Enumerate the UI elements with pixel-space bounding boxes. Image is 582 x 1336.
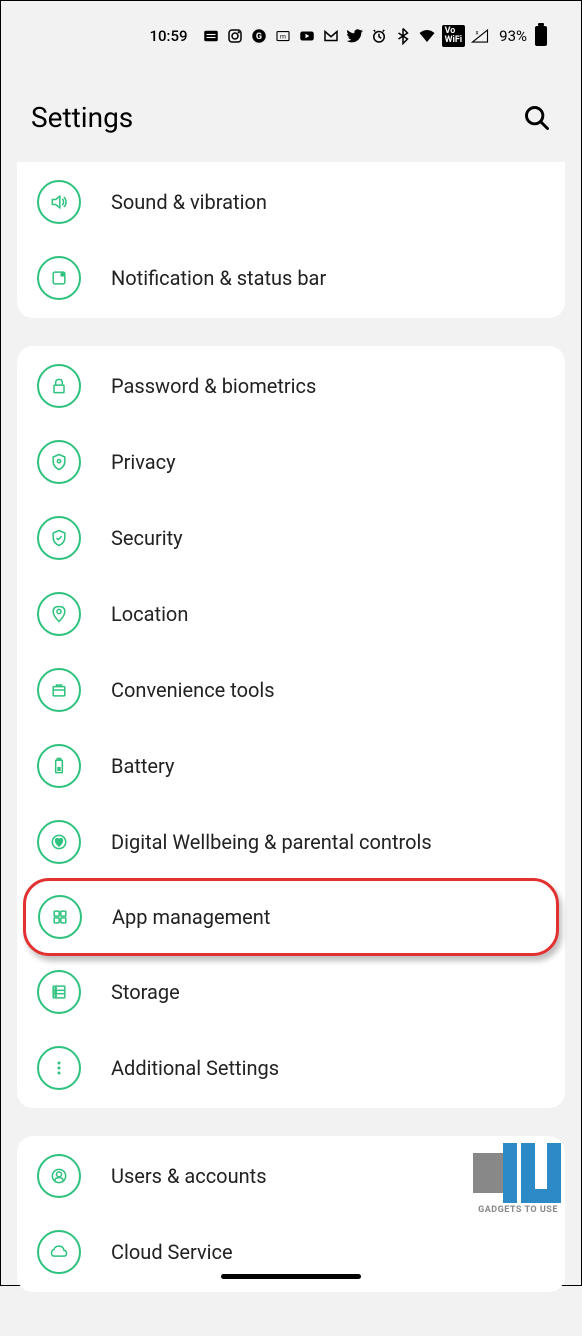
status-bar: 10:59 G m VoWiFi x 93% xyxy=(17,17,565,51)
google-icon: G xyxy=(250,27,268,45)
location-icon xyxy=(37,592,81,636)
user-icon xyxy=(37,1154,81,1198)
settings-item-battery[interactable]: Battery xyxy=(17,728,565,804)
settings-item-notification[interactable]: Notification & status bar xyxy=(17,240,565,316)
svg-text:m: m xyxy=(280,32,286,40)
item-label: Security xyxy=(111,526,183,550)
item-label: Privacy xyxy=(111,450,176,474)
search-icon xyxy=(523,104,551,132)
settings-item-privacy[interactable]: Privacy xyxy=(17,424,565,500)
settings-item-security[interactable]: Security xyxy=(17,500,565,576)
settings-item-wellbeing[interactable]: Digital Wellbeing & parental controls xyxy=(17,804,565,880)
item-label: Location xyxy=(111,602,188,626)
item-label: Sound & vibration xyxy=(111,190,267,214)
settings-item-sound[interactable]: Sound & vibration xyxy=(17,164,565,240)
page-header: Settings xyxy=(17,51,565,164)
alarm-icon xyxy=(370,27,388,45)
twitter-icon xyxy=(346,27,364,45)
item-label: Password & biometrics xyxy=(111,374,316,398)
watermark-text: GADGETS TO USE xyxy=(473,1205,563,1215)
m-icon: m xyxy=(274,27,292,45)
security-icon xyxy=(37,516,81,560)
lock-icon xyxy=(37,364,81,408)
item-label: Digital Wellbeing & parental controls xyxy=(111,830,432,854)
bluetooth-icon xyxy=(394,27,412,45)
item-label: Users & accounts xyxy=(111,1164,267,1188)
tools-icon xyxy=(37,668,81,712)
settings-item-convenience[interactable]: Convenience tools xyxy=(17,652,565,728)
item-label: Battery xyxy=(111,754,174,778)
status-time: 10:59 xyxy=(150,27,188,45)
item-label: Notification & status bar xyxy=(111,266,326,290)
more-icon xyxy=(37,1046,81,1090)
youtube-icon xyxy=(298,27,316,45)
apps-icon xyxy=(38,895,82,939)
gmail-icon xyxy=(322,27,340,45)
instagram-icon xyxy=(226,27,244,45)
item-label: Storage xyxy=(111,980,180,1004)
battery-status-icon xyxy=(535,26,547,46)
privacy-icon xyxy=(37,440,81,484)
storage-icon xyxy=(37,970,81,1014)
signal-icon: x xyxy=(471,27,489,45)
svg-text:x: x xyxy=(476,30,479,37)
wifi-icon xyxy=(418,27,436,45)
watermark: GADGETS TO USE xyxy=(473,1143,563,1215)
page-title: Settings xyxy=(31,101,133,134)
message-icon xyxy=(202,27,220,45)
settings-item-storage[interactable]: Storage xyxy=(17,954,565,1030)
battery-icon xyxy=(37,744,81,788)
wellbeing-icon xyxy=(37,820,81,864)
settings-group: Sound & vibration Notification & status … xyxy=(17,162,565,318)
notification-icon xyxy=(37,256,81,300)
settings-group: Password & biometrics Privacy Security L… xyxy=(17,346,565,1108)
vowifi-icon: VoWiFi xyxy=(442,25,466,47)
sound-icon xyxy=(37,180,81,224)
item-label: App management xyxy=(112,905,270,929)
cloud-icon xyxy=(37,1230,81,1274)
battery-percentage: 93% xyxy=(499,27,527,45)
home-indicator[interactable] xyxy=(221,1274,361,1279)
item-label: Convenience tools xyxy=(111,678,275,702)
item-label: Additional Settings xyxy=(111,1056,279,1080)
search-button[interactable] xyxy=(523,104,551,132)
svg-text:G: G xyxy=(255,32,261,42)
settings-item-app-management[interactable]: App management xyxy=(23,878,559,956)
settings-item-location[interactable]: Location xyxy=(17,576,565,652)
settings-item-password[interactable]: Password & biometrics xyxy=(17,348,565,424)
settings-item-additional[interactable]: Additional Settings xyxy=(17,1030,565,1106)
item-label: Cloud Service xyxy=(111,1240,233,1264)
